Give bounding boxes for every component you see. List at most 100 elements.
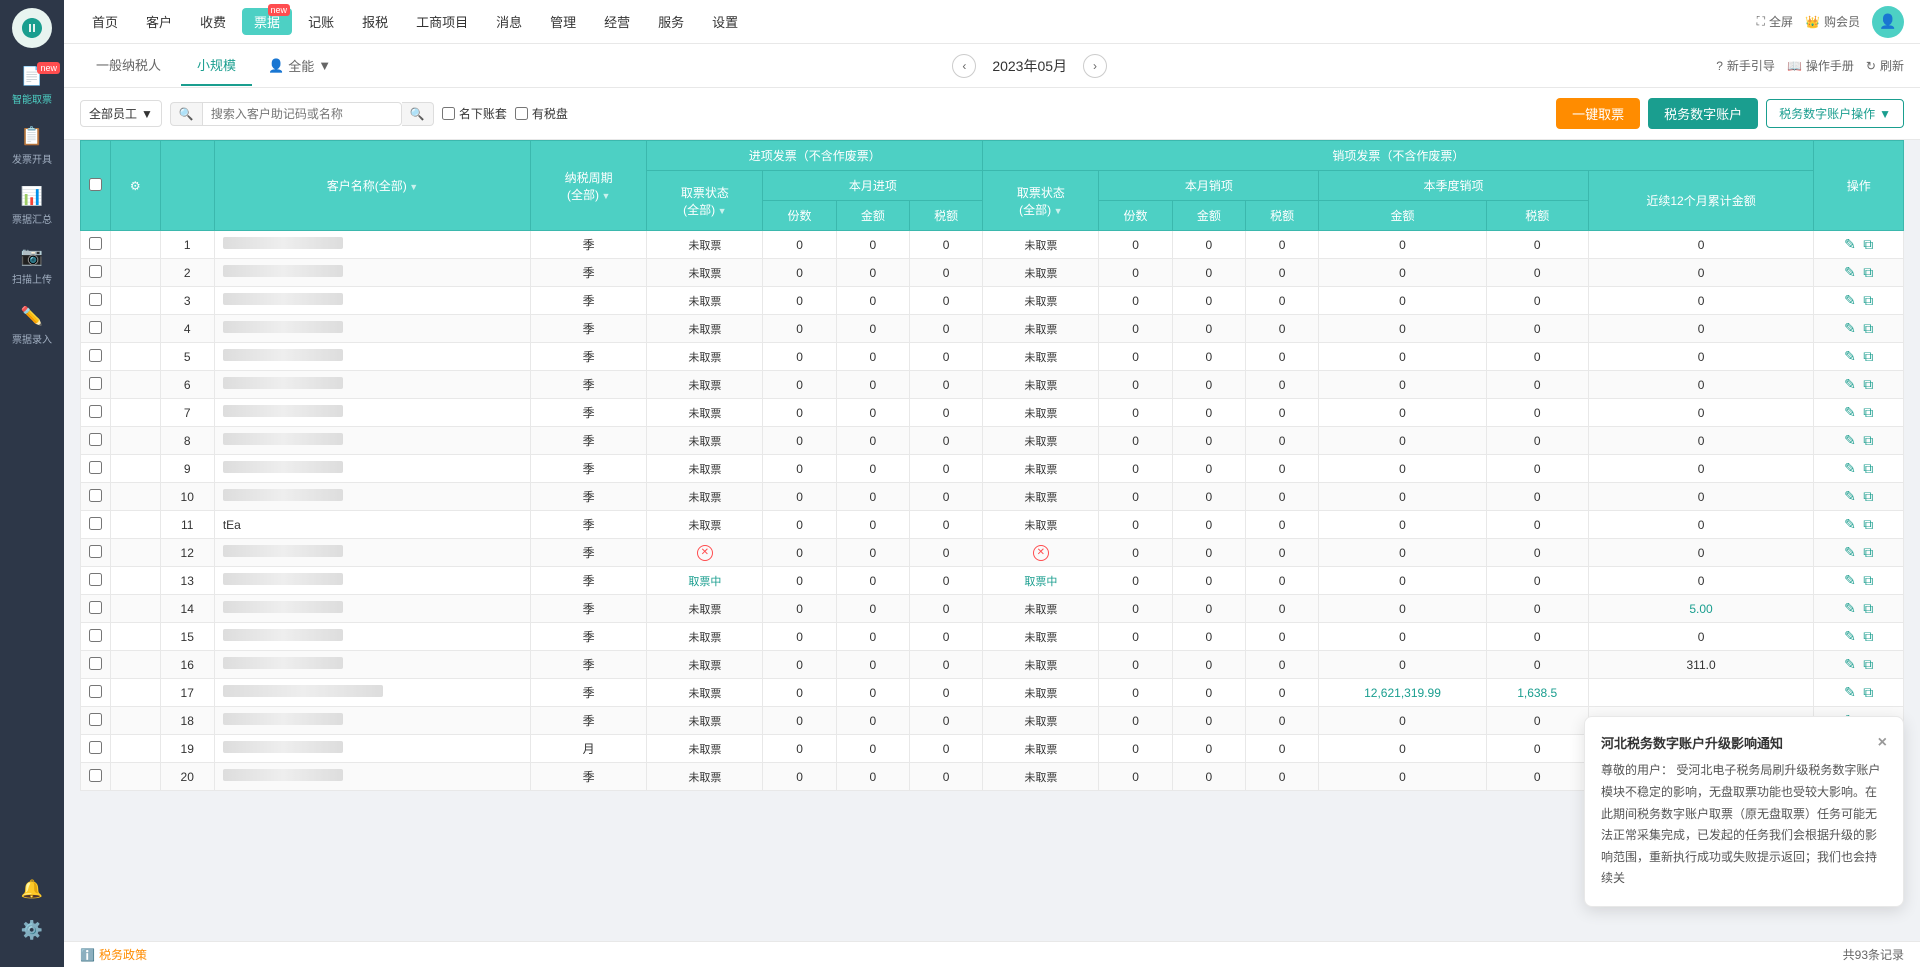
tab-small[interactable]: 小规模 — [181, 45, 252, 86]
nav-tax[interactable]: 报税 — [350, 8, 400, 35]
row-checkbox[interactable] — [89, 461, 102, 474]
nav-operations[interactable]: 经营 — [592, 8, 642, 35]
search-button[interactable]: 🔍 — [402, 102, 434, 126]
nav-settings[interactable]: 设置 — [700, 8, 750, 35]
copy-icon[interactable]: ⧉ — [1863, 292, 1873, 308]
edit-icon[interactable]: ✎ — [1844, 292, 1856, 308]
th-period[interactable]: 纳税周期(全部) — [531, 141, 647, 231]
nav-revenue[interactable]: 收费 — [188, 8, 238, 35]
sidebar-bell[interactable]: 🔔 — [17, 869, 47, 910]
copy-icon[interactable]: ⧉ — [1863, 488, 1873, 504]
sidebar-item-intelligent-invoice[interactable]: 📄 智能取票 new — [0, 56, 64, 116]
sidebar-item-scan[interactable]: 📷 扫描上传 — [0, 236, 64, 296]
tax-digital-button[interactable]: 税务数字账户 — [1648, 98, 1758, 129]
nav-industry[interactable]: 工商项目 — [404, 8, 480, 35]
my-accounts-checkbox[interactable]: 名下账套 — [442, 105, 507, 122]
copy-icon[interactable]: ⧉ — [1863, 236, 1873, 252]
nav-bookkeeping[interactable]: 记账 — [296, 8, 346, 35]
copy-icon[interactable]: ⧉ — [1863, 600, 1873, 616]
app-logo[interactable] — [12, 8, 52, 48]
row-checkbox[interactable] — [89, 265, 102, 278]
edit-icon[interactable]: ✎ — [1844, 320, 1856, 336]
nav-services[interactable]: 服务 — [646, 8, 696, 35]
refresh-button[interactable]: ↻ 刷新 — [1866, 57, 1904, 74]
nav-management[interactable]: 管理 — [538, 8, 588, 35]
select-all-checkbox[interactable] — [89, 178, 102, 191]
row-checkbox[interactable] — [89, 489, 102, 502]
search-input[interactable] — [202, 102, 402, 126]
row-checkbox[interactable] — [89, 601, 102, 614]
edit-icon[interactable]: ✎ — [1844, 516, 1856, 532]
row-checkbox[interactable] — [89, 237, 102, 250]
one-click-button[interactable]: 一键取票 — [1556, 98, 1640, 129]
edit-icon[interactable]: ✎ — [1844, 572, 1856, 588]
my-accounts-input[interactable] — [442, 107, 455, 120]
th-fetch-status-in[interactable]: 取票状态(全部) — [647, 171, 763, 231]
edit-icon[interactable]: ✎ — [1844, 236, 1856, 252]
has-tax-input[interactable] — [515, 107, 528, 120]
sidebar-item-summary[interactable]: 📊 票据汇总 — [0, 176, 64, 236]
row-checkbox[interactable] — [89, 405, 102, 418]
nav-messages[interactable]: 消息 — [484, 8, 534, 35]
edit-icon[interactable]: ✎ — [1844, 432, 1856, 448]
row-checkbox[interactable] — [89, 629, 102, 642]
edit-icon[interactable]: ✎ — [1844, 656, 1856, 672]
th-customer[interactable]: 客户名称(全部) — [214, 141, 530, 231]
edit-icon[interactable]: ✎ — [1844, 488, 1856, 504]
has-tax-checkbox[interactable]: 有税盘 — [515, 105, 568, 122]
row-checkbox[interactable] — [89, 685, 102, 698]
edit-icon[interactable]: ✎ — [1844, 684, 1856, 700]
edit-icon[interactable]: ✎ — [1844, 404, 1856, 420]
fullscreen-button[interactable]: ⛶ 全屏 — [1757, 13, 1793, 30]
edit-icon[interactable]: ✎ — [1844, 460, 1856, 476]
member-button[interactable]: 👑 购会员 — [1805, 13, 1860, 30]
row-checkbox[interactable] — [89, 293, 102, 306]
row-checkbox[interactable] — [89, 433, 102, 446]
row-checkbox[interactable] — [89, 573, 102, 586]
row-checkbox[interactable] — [89, 517, 102, 530]
copy-icon[interactable]: ⧉ — [1863, 656, 1873, 672]
copy-icon[interactable]: ⧉ — [1863, 460, 1873, 476]
copy-icon[interactable]: ⧉ — [1863, 320, 1873, 336]
nav-invoices[interactable]: 票据 new — [242, 8, 292, 35]
sidebar-item-entry[interactable]: ✏️ 票据录入 — [0, 296, 64, 356]
sidebar-item-invoice-open[interactable]: 📋 发票开具 — [0, 116, 64, 176]
manual-button[interactable]: 📖 操作手册 — [1787, 57, 1854, 74]
nav-customers[interactable]: 客户 — [134, 8, 184, 35]
edit-icon[interactable]: ✎ — [1844, 628, 1856, 644]
nav-home[interactable]: 首页 — [80, 8, 130, 35]
employee-select[interactable]: 全部员工 ▼ — [80, 100, 162, 127]
new-guide-button[interactable]: ? 新手引导 — [1716, 57, 1775, 74]
row-checkbox[interactable] — [89, 741, 102, 754]
copy-icon[interactable]: ⧉ — [1863, 572, 1873, 588]
cumulative-value[interactable]: 5.00 — [1689, 602, 1712, 616]
edit-icon[interactable]: ✎ — [1844, 376, 1856, 392]
next-month-button[interactable]: › — [1083, 54, 1107, 78]
copy-icon[interactable]: ⧉ — [1863, 264, 1873, 280]
notification-close-button[interactable]: × — [1878, 734, 1887, 752]
copy-icon[interactable]: ⧉ — [1863, 404, 1873, 420]
edit-icon[interactable]: ✎ — [1844, 544, 1856, 560]
sidebar-settings[interactable]: ⚙️ — [17, 910, 47, 951]
prev-month-button[interactable]: ‹ — [952, 54, 976, 78]
row-checkbox[interactable] — [89, 657, 102, 670]
edit-icon[interactable]: ✎ — [1844, 264, 1856, 280]
copy-icon[interactable]: ⧉ — [1863, 628, 1873, 644]
th-settings[interactable]: ⚙ — [111, 141, 161, 231]
copy-icon[interactable]: ⧉ — [1863, 376, 1873, 392]
edit-icon[interactable]: ✎ — [1844, 348, 1856, 364]
row-checkbox[interactable] — [89, 321, 102, 334]
status-label[interactable]: 税务政策 — [99, 946, 147, 963]
row-checkbox[interactable] — [89, 349, 102, 362]
row-checkbox[interactable] — [89, 713, 102, 726]
row-checkbox[interactable] — [89, 377, 102, 390]
user-avatar[interactable]: 👤 — [1872, 6, 1904, 38]
copy-icon[interactable]: ⧉ — [1863, 516, 1873, 532]
copy-icon[interactable]: ⧉ — [1863, 432, 1873, 448]
copy-icon[interactable]: ⧉ — [1863, 684, 1873, 700]
tab-all[interactable]: 👤 全能 ▼ — [256, 46, 343, 85]
th-fetch-status-out[interactable]: 取票状态(全部) — [983, 171, 1099, 231]
copy-icon[interactable]: ⧉ — [1863, 348, 1873, 364]
row-checkbox[interactable] — [89, 769, 102, 782]
edit-icon[interactable]: ✎ — [1844, 600, 1856, 616]
